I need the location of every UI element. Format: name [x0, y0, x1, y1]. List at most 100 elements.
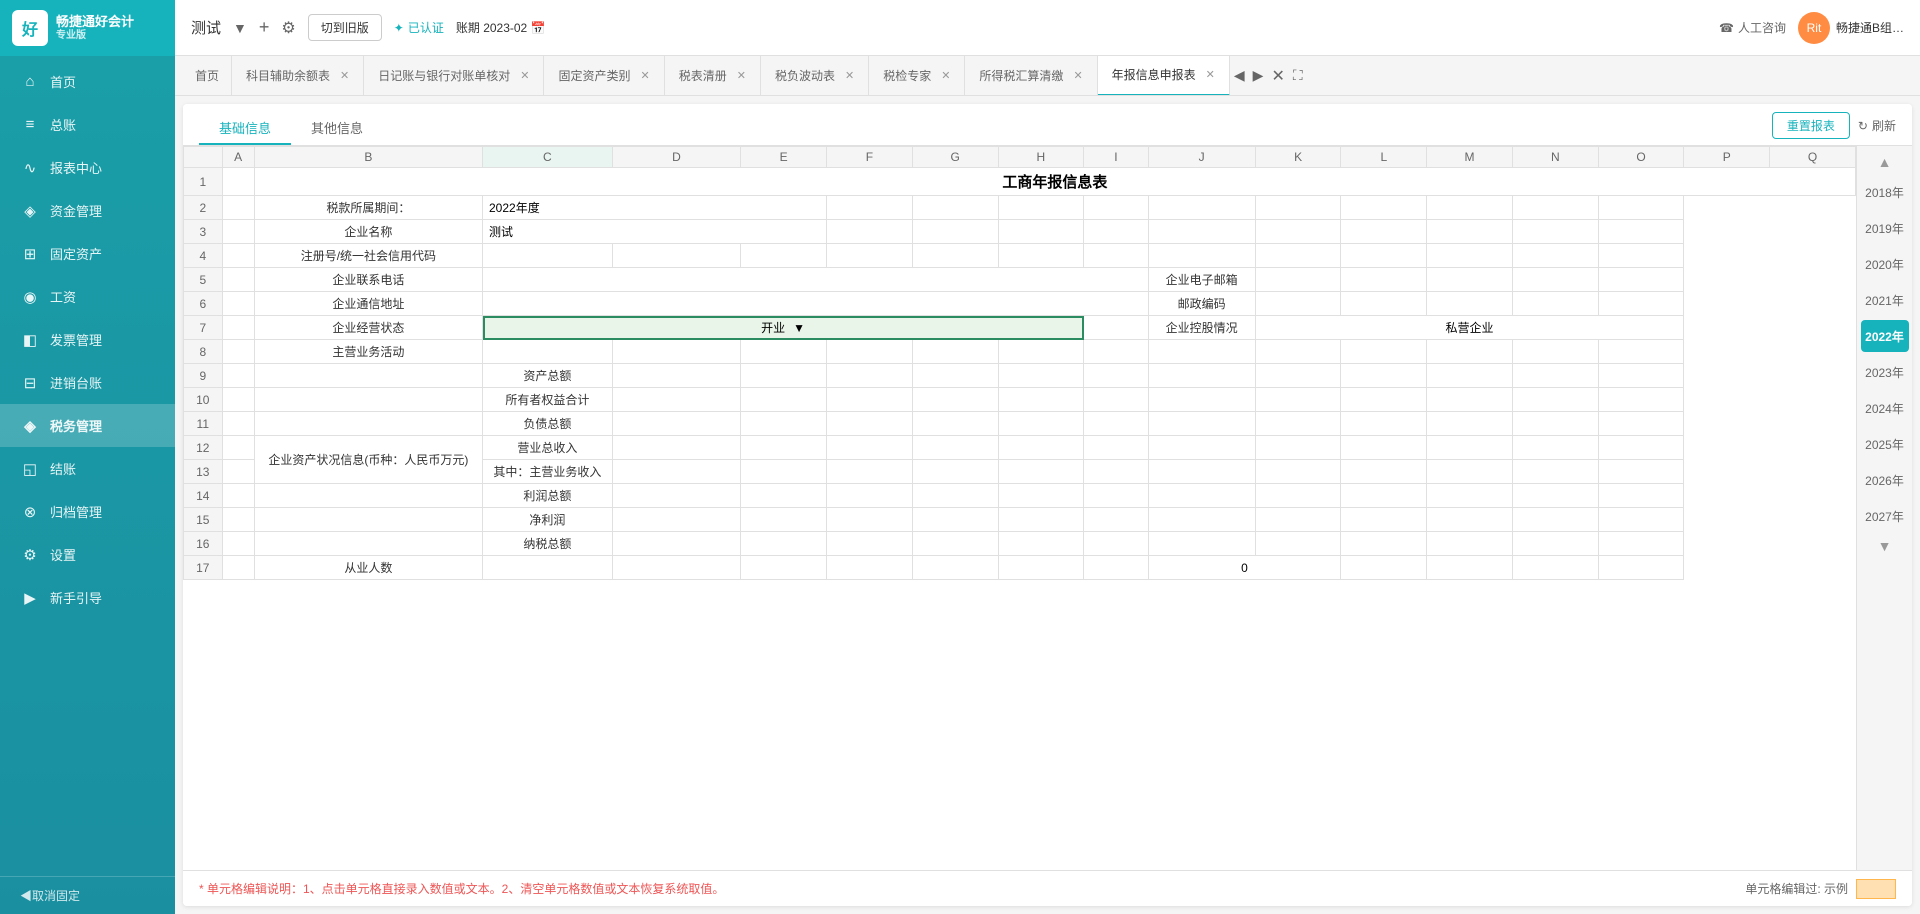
cell-4-x1[interactable]: [612, 244, 741, 268]
tab-close-journal-bank[interactable]: ✕: [520, 69, 529, 82]
cell-6-k3[interactable]: [1512, 292, 1598, 316]
cell-10-x5[interactable]: [1084, 388, 1148, 412]
cell-11-x11[interactable]: [1598, 412, 1684, 436]
tab-journal-bank[interactable]: 日记账与银行对账单核对✕: [364, 56, 544, 96]
cell-2-x3[interactable]: [1084, 196, 1148, 220]
cell-9-x5[interactable]: [1084, 364, 1148, 388]
cell-16-x7[interactable]: [1255, 532, 1341, 556]
cell-4-x4[interactable]: [912, 244, 998, 268]
cell-16-x4[interactable]: [998, 532, 1084, 556]
tab-tax-forms[interactable]: 税表清册✕: [665, 56, 761, 96]
cell-13-x2[interactable]: [827, 460, 913, 484]
cell-3-a[interactable]: [222, 220, 254, 244]
cell-15-x8[interactable]: [1341, 508, 1427, 532]
cell-5-k0[interactable]: [1255, 268, 1341, 292]
year-item-2022年[interactable]: 2022年: [1861, 320, 1909, 352]
reset-button[interactable]: 重置报表: [1772, 112, 1850, 139]
year-item-2024年[interactable]: 2024年: [1861, 392, 1909, 424]
cell-4-x12[interactable]: [1598, 244, 1684, 268]
tab-income-tax[interactable]: 所得税汇算清缴✕: [965, 56, 1097, 96]
tab-aux-balance[interactable]: 科目辅助余额表✕: [232, 56, 364, 96]
tab-close-income-tax[interactable]: ✕: [1073, 69, 1082, 82]
cell-3-x5[interactable]: [1255, 220, 1341, 244]
tab-home[interactable]: 首页: [183, 56, 232, 96]
year-item-2025年[interactable]: 2025年: [1861, 428, 1909, 460]
year-item-2019年[interactable]: 2019年: [1861, 212, 1909, 244]
cell-14-x9[interactable]: [1427, 484, 1513, 508]
cell-8-x2[interactable]: [741, 340, 827, 364]
cell-8-x1[interactable]: [612, 340, 741, 364]
cell-11-x6[interactable]: [1148, 412, 1255, 436]
cell-9-x7[interactable]: [1255, 364, 1341, 388]
cell-14-x5[interactable]: [1084, 484, 1148, 508]
cell-4-x7[interactable]: [1148, 244, 1255, 268]
cell-9-x11[interactable]: [1598, 364, 1684, 388]
cell-12-x9[interactable]: [1427, 436, 1513, 460]
sidebar-item-ledger[interactable]: ≡总账: [0, 103, 175, 146]
cell-4-x5[interactable]: [998, 244, 1084, 268]
cell-2-x4[interactable]: [1148, 196, 1255, 220]
cell-9-x6[interactable]: [1148, 364, 1255, 388]
year-item-2027年[interactable]: 2027年: [1861, 500, 1909, 532]
cell-8-x5[interactable]: [998, 340, 1084, 364]
cell-2-x6[interactable]: [1341, 196, 1427, 220]
cell-17-c1[interactable]: [612, 556, 741, 580]
tab-close-fixed-assets-type[interactable]: ✕: [641, 69, 650, 82]
sheet-main[interactable]: ABCDEFGHIJKLMNOPQ 1工商年报信息表2税款所属期间：2022年度…: [183, 146, 1856, 870]
app-dropdown-button[interactable]: ▼: [233, 20, 247, 36]
cell-3-x0[interactable]: [827, 220, 913, 244]
cell-13-x5[interactable]: [1084, 460, 1148, 484]
sidebar-item-archive[interactable]: ⊗归档管理: [0, 490, 175, 533]
cell-12-x8[interactable]: [1341, 436, 1427, 460]
cell-9-x10[interactable]: [1512, 364, 1598, 388]
cell-3-x2[interactable]: [998, 220, 1084, 244]
cell-12-x5[interactable]: [1084, 436, 1148, 460]
add-tab-button[interactable]: +: [259, 17, 270, 38]
tab-close-tax-inspector[interactable]: ✕: [941, 69, 950, 82]
cell-10-x3[interactable]: [912, 388, 998, 412]
cell-10-x2[interactable]: [827, 388, 913, 412]
sidebar-item-inventory[interactable]: ⊟进销台账: [0, 361, 175, 404]
year-item-2021年[interactable]: 2021年: [1861, 284, 1909, 316]
cell-14-x11[interactable]: [1598, 484, 1684, 508]
cell-2-a[interactable]: [222, 196, 254, 220]
cell-8-x10[interactable]: [1427, 340, 1513, 364]
cell-12-a[interactable]: [222, 436, 254, 460]
cell-17-l2[interactable]: [1512, 556, 1598, 580]
cell-9-x0[interactable]: [612, 364, 741, 388]
cell-15-x0[interactable]: [612, 508, 741, 532]
year-item-2018年[interactable]: 2018年: [1861, 176, 1909, 208]
cell-9-x4[interactable]: [998, 364, 1084, 388]
cell-5-c[interactable]: [483, 268, 1149, 292]
cell-6-c[interactable]: [483, 292, 1149, 316]
cell-15-x5[interactable]: [1084, 508, 1148, 532]
cell-15-x6[interactable]: [1148, 508, 1255, 532]
cell-15-x1[interactable]: [741, 508, 827, 532]
cell-13-x6[interactable]: [1148, 460, 1255, 484]
cell-8-x3[interactable]: [827, 340, 913, 364]
cell-11-x5[interactable]: [1084, 412, 1148, 436]
cell-14-x1[interactable]: [741, 484, 827, 508]
cell-3-x9[interactable]: [1598, 220, 1684, 244]
tab-close-tax-forms[interactable]: ✕: [737, 69, 746, 82]
sidebar-item-home[interactable]: ⌂首页: [0, 60, 175, 103]
user-menu[interactable]: Rit 畅捷通B组…: [1798, 12, 1904, 44]
cell-13-x3[interactable]: [912, 460, 998, 484]
service-button[interactable]: ☎ 人工咨询: [1719, 19, 1786, 36]
sidebar-item-reports[interactable]: ∿报表中心: [0, 146, 175, 189]
cell-4-x2[interactable]: [741, 244, 827, 268]
cell-16-x0[interactable]: [612, 532, 741, 556]
cell-8-x0[interactable]: [483, 340, 613, 364]
cell-11-x3[interactable]: [912, 412, 998, 436]
cell-8-x4[interactable]: [912, 340, 998, 364]
cell-17-c2[interactable]: [741, 556, 827, 580]
cell-6-k1[interactable]: [1341, 292, 1427, 316]
sub-tab-basic-info[interactable]: 基础信息: [199, 112, 291, 145]
cell-13-x9[interactable]: [1427, 460, 1513, 484]
cell-11-x0[interactable]: [612, 412, 741, 436]
cell-16-x5[interactable]: [1084, 532, 1148, 556]
cell-15-x7[interactable]: [1255, 508, 1341, 532]
cell-7-k[interactable]: 私营企业: [1255, 316, 1684, 340]
cell-13-x7[interactable]: [1255, 460, 1341, 484]
tab-close-tax-fluctuation[interactable]: ✕: [845, 69, 854, 82]
